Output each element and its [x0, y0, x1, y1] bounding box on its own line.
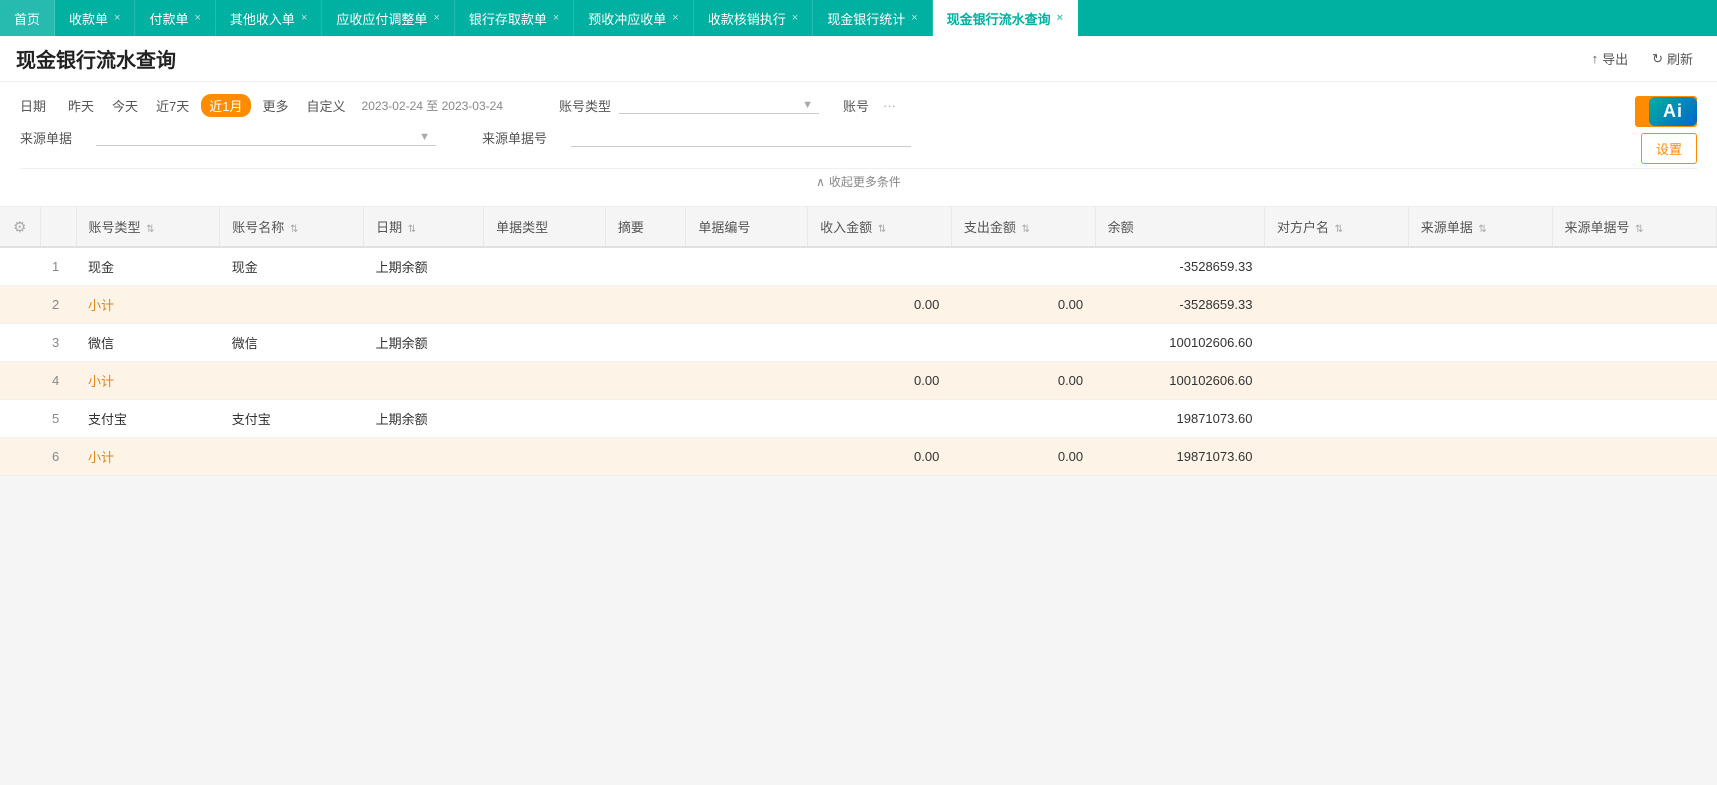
- nav-cash-bank-flow[interactable]: 现金银行流水查询 ×: [933, 0, 1078, 36]
- col-counterpart[interactable]: 对方户名 ⇅: [1264, 207, 1408, 247]
- col-account-type[interactable]: 账号类型 ⇅: [76, 207, 220, 247]
- filter-row-2: 来源单据 ▼ 来源单据号: [20, 127, 1619, 147]
- date-last1m[interactable]: 近1月: [201, 94, 250, 117]
- gear-icon[interactable]: ⚙: [13, 219, 26, 236]
- source-doc-no-input[interactable]: [571, 127, 911, 147]
- account-type-select[interactable]: ▼: [619, 97, 819, 114]
- col-settings[interactable]: ⚙: [0, 207, 40, 247]
- account-type-group: 账号类型 ▼: [559, 96, 819, 115]
- nav-close-bank-deposit[interactable]: ×: [553, 12, 559, 24]
- settings-button[interactable]: 设置: [1641, 133, 1697, 164]
- table-header: ⚙ 账号类型 ⇅ 账号名称 ⇅ 日期 ⇅ 单据类型: [0, 207, 1717, 247]
- sort-income-icon: ⇅: [878, 224, 886, 235]
- sort-source-doc-no-icon: ⇅: [1635, 224, 1643, 235]
- table-body: 1现金现金上期余额-3528659.332小计0.000.00-3528659.…: [0, 247, 1717, 476]
- date-range: 2023-02-24 至 2023-03-24: [362, 97, 503, 114]
- refresh-icon: ↻: [1652, 51, 1663, 67]
- nav-close-receipt-verify[interactable]: ×: [792, 12, 798, 24]
- table-row: 2小计0.000.00-3528659.33: [0, 286, 1717, 324]
- sort-account-name-icon: ⇅: [290, 224, 298, 235]
- col-num: [40, 207, 76, 247]
- col-source-doc[interactable]: 来源单据 ⇅: [1408, 207, 1552, 247]
- sort-counterpart-icon: ⇅: [1335, 224, 1343, 235]
- col-summary[interactable]: 摘要: [605, 207, 686, 247]
- account-type-label: 账号类型: [559, 96, 611, 115]
- nav-close-receipts[interactable]: ×: [114, 12, 120, 24]
- table-row: 6小计0.000.0019871073.60: [0, 438, 1717, 476]
- nav-close-advance-offset[interactable]: ×: [672, 12, 678, 24]
- nav-payments[interactable]: 付款单 ×: [135, 0, 215, 36]
- nav-close-other-income[interactable]: ×: [301, 12, 307, 24]
- top-nav: 首页 收款单 × 付款单 × 其他收入单 × 应收应付调整单 × 银行存取款单 …: [0, 0, 1717, 36]
- page-title: 现金银行流水查询: [16, 44, 176, 73]
- col-income[interactable]: 收入金额 ⇅: [808, 207, 952, 247]
- col-account-name[interactable]: 账号名称 ⇅: [220, 207, 364, 247]
- account-type-arrow: ▼: [802, 99, 813, 111]
- table-row: 1现金现金上期余额-3528659.33: [0, 247, 1717, 286]
- source-doc-arrow: ▼: [419, 131, 430, 143]
- source-doc-select[interactable]: ▼: [96, 129, 436, 146]
- date-last7d[interactable]: 近7天: [150, 94, 195, 117]
- col-expense[interactable]: 支出金额 ⇅: [951, 207, 1095, 247]
- ai-badge[interactable]: Ai: [1649, 97, 1697, 126]
- date-today[interactable]: 今天: [106, 94, 144, 117]
- nav-close-ar-ap-adjust[interactable]: ×: [433, 12, 439, 24]
- date-more[interactable]: 更多: [257, 94, 295, 117]
- col-date[interactable]: 日期 ⇅: [364, 207, 484, 247]
- nav-cash-bank-stats[interactable]: 现金银行统计 ×: [813, 0, 932, 36]
- col-source-doc-no[interactable]: 来源单据号 ⇅: [1552, 207, 1716, 247]
- nav-advance-offset[interactable]: 预收冲应收单 ×: [574, 0, 693, 36]
- account-label: 账号: [843, 96, 869, 115]
- export-button[interactable]: ↑ 导出: [1584, 45, 1637, 72]
- nav-close-payments[interactable]: ×: [194, 12, 200, 24]
- table-row: 5支付宝支付宝上期余额19871073.60: [0, 400, 1717, 438]
- filter-row-1: 日期 昨天 今天 近7天 近1月 更多 自定义 2023-02-24 至 202…: [20, 94, 1619, 117]
- header-actions: ↑ 导出 ↻ 刷新: [1584, 45, 1701, 72]
- collapse-bar[interactable]: ∧ 收起更多条件: [20, 168, 1697, 194]
- nav-home[interactable]: 首页: [0, 0, 55, 36]
- collapse-icon: ∧: [816, 175, 825, 189]
- nav-close-cash-bank-stats[interactable]: ×: [911, 12, 917, 24]
- filter-section-right: 账号类型 ▼ 账号 ···: [559, 96, 1619, 115]
- date-yesterday[interactable]: 昨天: [62, 94, 100, 117]
- nav-bank-deposit[interactable]: 银行存取款单 ×: [455, 0, 574, 36]
- sort-date-icon: ⇅: [408, 224, 416, 235]
- nav-ar-ap-adjust[interactable]: 应收应付调整单 ×: [322, 0, 454, 36]
- page-header: 现金银行流水查询 ↑ 导出 ↻ 刷新: [0, 36, 1717, 82]
- nav-close-cash-bank-flow[interactable]: ×: [1057, 12, 1063, 24]
- table-row: 3微信微信上期余额100102606.60: [0, 324, 1717, 362]
- account-group: 账号 ···: [843, 96, 902, 115]
- col-balance[interactable]: 余额: [1095, 207, 1264, 247]
- main-table: ⚙ 账号类型 ⇅ 账号名称 ⇅ 日期 ⇅ 单据类型: [0, 207, 1717, 476]
- source-doc-label: 来源单据: [20, 128, 72, 147]
- export-icon: ↑: [1592, 51, 1599, 66]
- sort-source-doc-icon: ⇅: [1478, 224, 1486, 235]
- sort-account-type-icon: ⇅: [146, 224, 154, 235]
- source-doc-no-label: 来源单据号: [482, 128, 547, 147]
- nav-other-income[interactable]: 其他收入单 ×: [216, 0, 322, 36]
- filter-area: 日期 昨天 今天 近7天 近1月 更多 自定义 2023-02-24 至 202…: [0, 82, 1717, 207]
- nav-receipt-verify[interactable]: 收款核销执行 ×: [694, 0, 813, 36]
- nav-receipts[interactable]: 收款单 ×: [55, 0, 135, 36]
- refresh-button[interactable]: ↻ 刷新: [1644, 45, 1701, 72]
- table-container: ⚙ 账号类型 ⇅ 账号名称 ⇅ 日期 ⇅ 单据类型: [0, 207, 1717, 476]
- date-custom[interactable]: 自定义: [301, 94, 352, 117]
- sort-expense-icon: ⇅: [1022, 224, 1030, 235]
- table-row: 4小计0.000.00100102606.60: [0, 362, 1717, 400]
- col-doc-type[interactable]: 单据类型: [484, 207, 606, 247]
- date-shortcuts: 昨天 今天 近7天 近1月 更多 自定义 2023-02-24 至 2023-0…: [62, 94, 503, 117]
- col-doc-no[interactable]: 单据编号: [686, 207, 808, 247]
- date-label: 日期: [20, 96, 46, 115]
- account-dots[interactable]: ···: [877, 96, 902, 115]
